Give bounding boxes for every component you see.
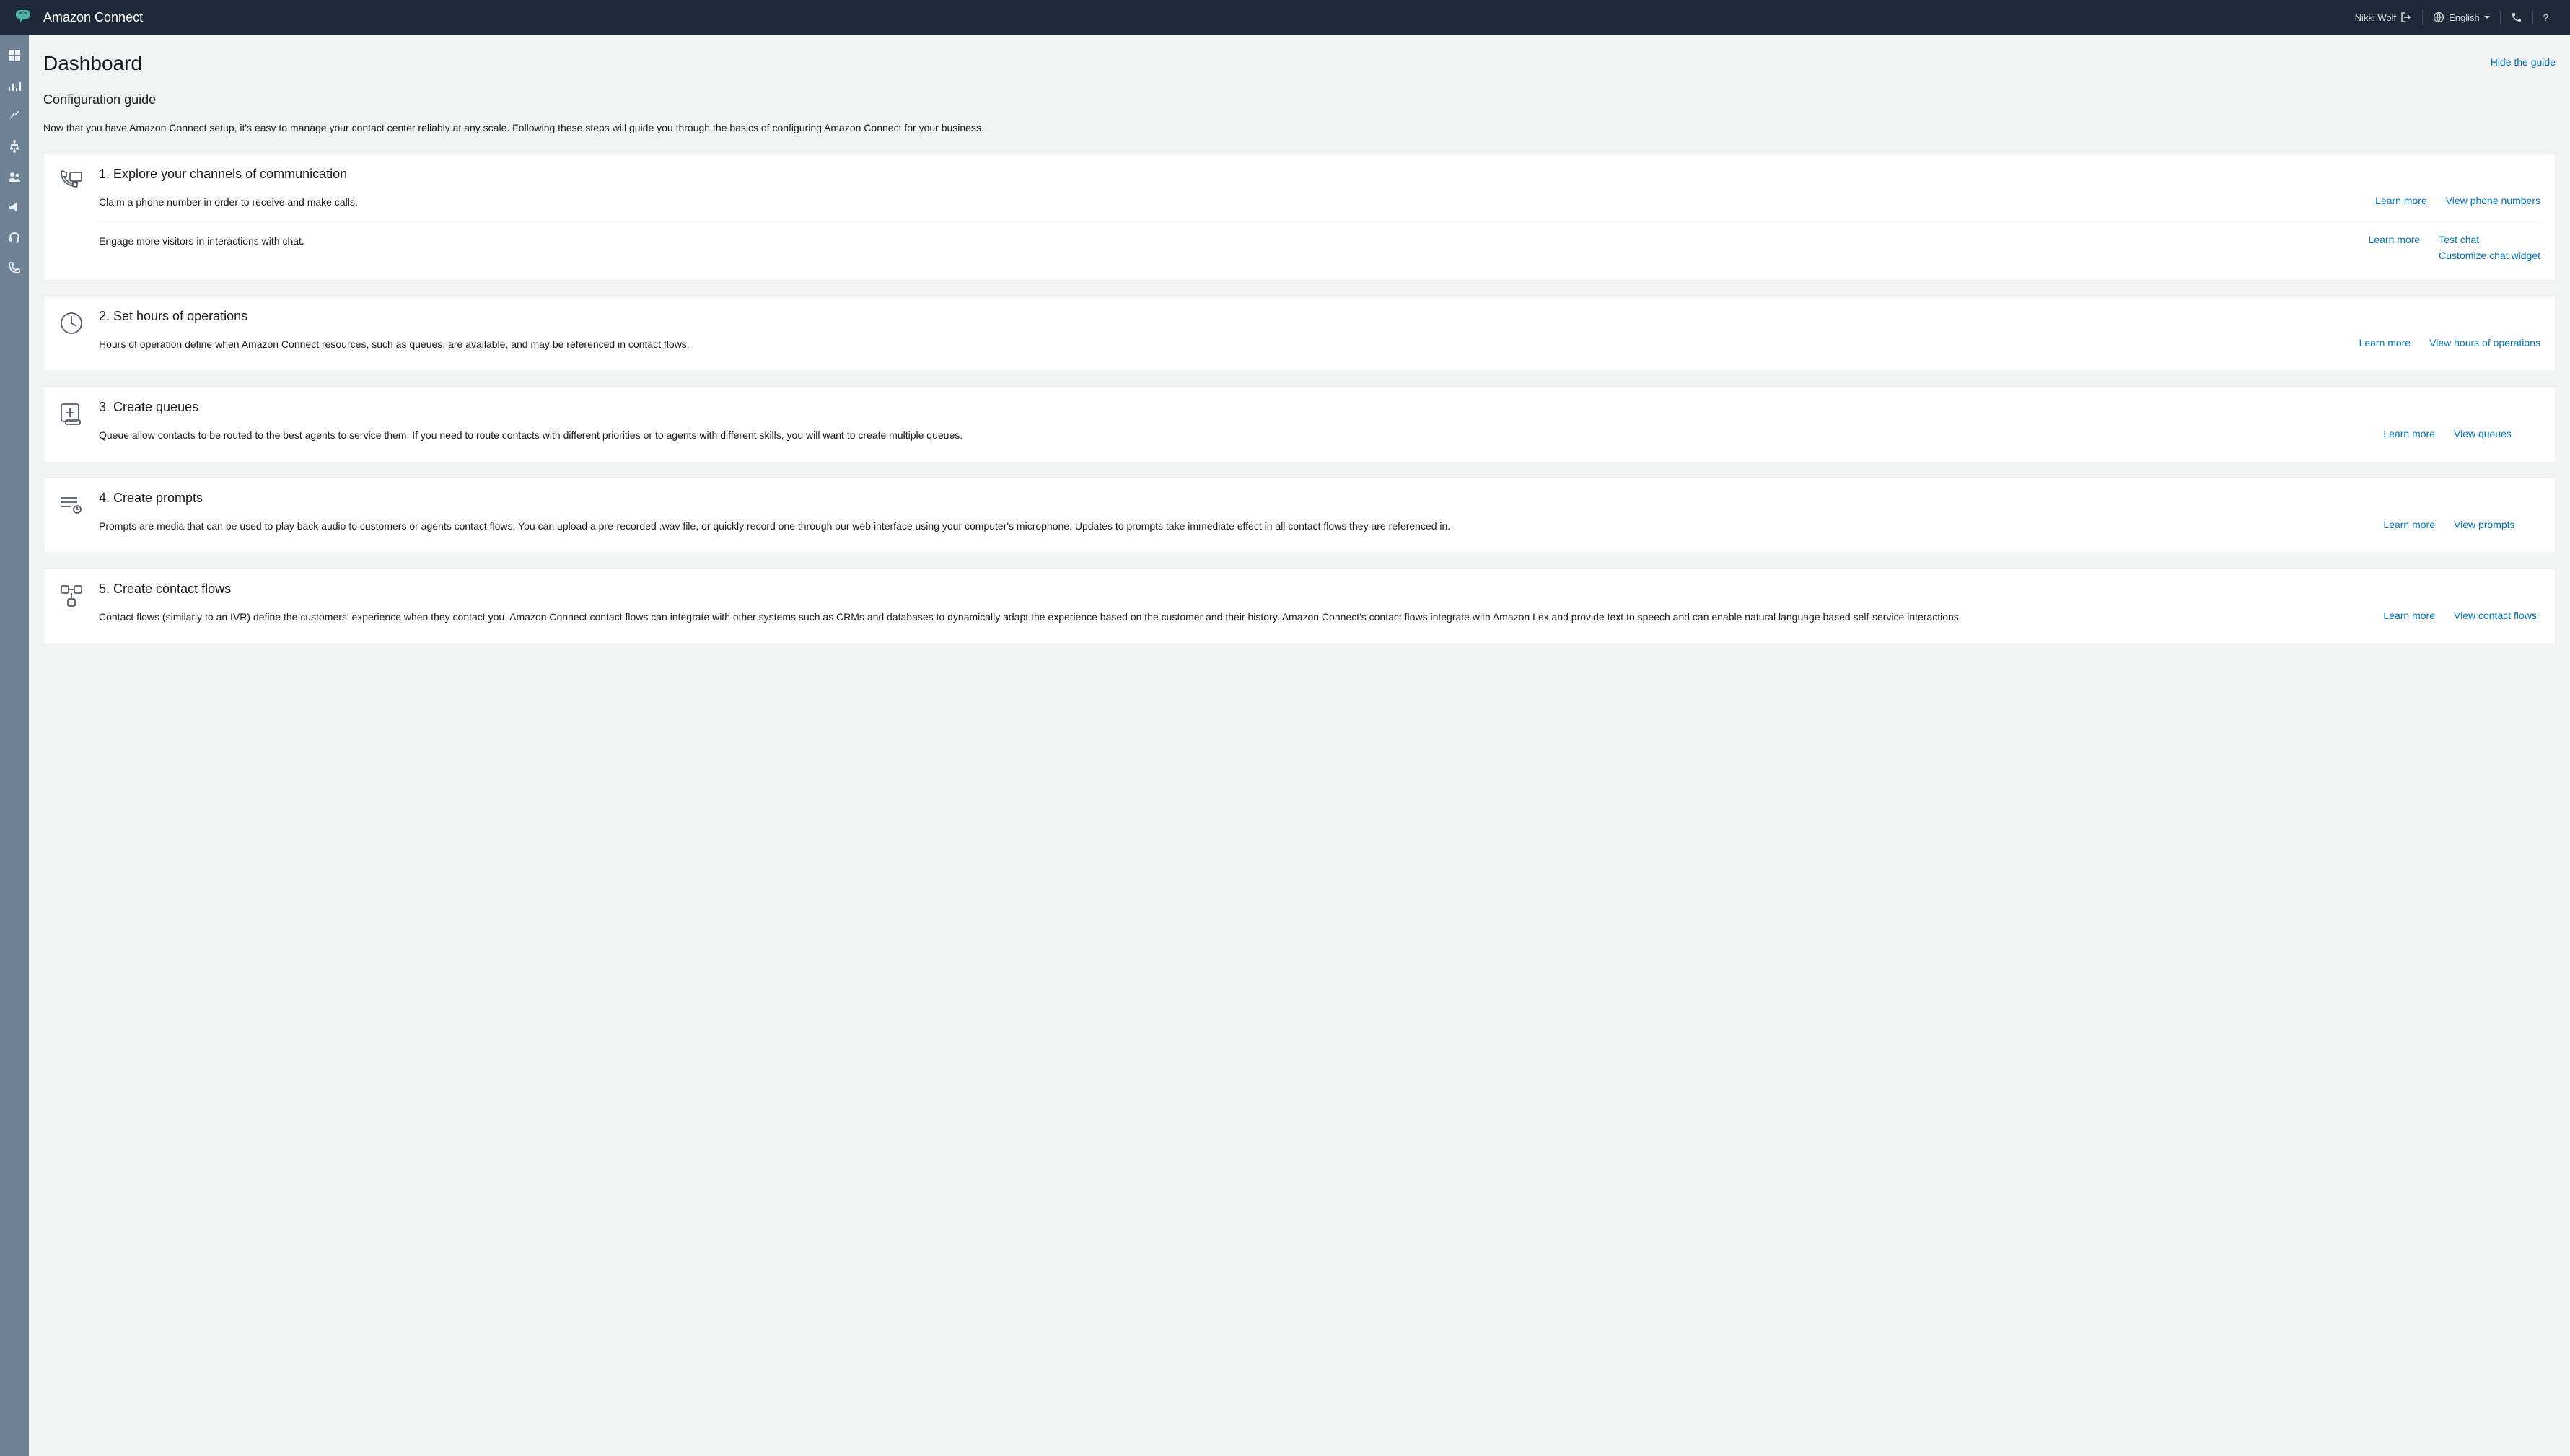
card-description: Prompts are media that can be used to pl… [99, 519, 2366, 534]
card-icon [58, 401, 84, 427]
section-title: Configuration guide [43, 92, 2556, 108]
announce-icon[interactable] [8, 201, 21, 214]
user-name: Nikki Wolf [2355, 12, 2397, 23]
action-link[interactable]: View phone numbers [2446, 195, 2540, 206]
intro-text: Now that you have Amazon Connect setup, … [43, 120, 2556, 136]
chevron-down-icon [2484, 14, 2490, 20]
learn-more-link[interactable]: Learn more [2359, 337, 2411, 348]
action-links: View hours of operations [2429, 337, 2540, 348]
card-links: Learn more View prompts [2383, 519, 2540, 530]
hide-guide-link[interactable]: Hide the guide [2491, 56, 2556, 68]
topbar-left: Amazon Connect [12, 6, 143, 29]
card-description: Hours of operation define when Amazon Co… [99, 337, 2342, 352]
card-title: 5. Create contact flows [99, 582, 2540, 597]
guide-card: 4. Create prompts Prompts are media that … [43, 477, 2556, 553]
metrics-icon[interactable] [8, 79, 21, 92]
help-label: ? [2543, 12, 2548, 23]
sidebar [0, 35, 29, 1456]
help-button[interactable]: ? [2533, 0, 2558, 35]
users-icon[interactable] [8, 170, 21, 183]
guide-card: 3. Create queues Queue allow contacts to … [43, 386, 2556, 462]
page-title: Dashboard [43, 52, 142, 75]
action-links: View contact flows [2454, 610, 2540, 621]
guide-card: 2. Set hours of operations Hours of opera… [43, 295, 2556, 372]
card-title: 3. Create queues [99, 400, 2540, 415]
card-description: Engage more visitors in interactions wit… [99, 234, 2351, 249]
connect-logo-icon [12, 6, 35, 29]
phone-icon [2511, 12, 2522, 23]
main-content: Dashboard Hide the guide Configuration g… [29, 35, 2570, 1456]
routing-icon[interactable] [8, 110, 21, 123]
flows-icon[interactable] [8, 140, 21, 153]
action-links: View queues [2454, 428, 2540, 439]
user-menu[interactable]: Nikki Wolf [2345, 0, 2423, 35]
action-link[interactable]: View queues [2454, 428, 2540, 439]
card-links: Learn more View contact flows [2383, 610, 2540, 621]
card-row: Hours of operation define when Amazon Co… [99, 331, 2540, 358]
card-row: Contact flows (similarly to an IVR) defi… [99, 604, 2540, 631]
headset-icon[interactable] [8, 231, 21, 244]
card-body: 1. Explore your channels of communicatio… [99, 167, 2540, 267]
card-row: Queue allow contacts to be routed to the… [99, 422, 2540, 449]
card-description: Claim a phone number in order to receive… [99, 195, 2358, 210]
action-link[interactable]: View contact flows [2454, 610, 2540, 621]
action-link[interactable]: Customize chat widget [2439, 250, 2540, 261]
learn-more-link[interactable]: Learn more [2375, 195, 2427, 206]
card-icon [58, 583, 84, 609]
card-description: Queue allow contacts to be routed to the… [99, 428, 2366, 443]
card-row: Prompts are media that can be used to pl… [99, 513, 2540, 540]
logout-icon [2400, 12, 2412, 23]
card-links: Learn more View hours of operations [2359, 337, 2540, 348]
card-row: Engage more visitors in interactions wit… [99, 222, 2540, 267]
action-link[interactable]: Test chat [2439, 234, 2540, 245]
language-menu[interactable]: English [2423, 0, 2500, 35]
action-links: View prompts [2454, 519, 2540, 530]
action-link[interactable]: View prompts [2454, 519, 2540, 530]
card-description: Contact flows (similarly to an IVR) defi… [99, 610, 2366, 625]
globe-icon [2433, 12, 2444, 23]
phone-button[interactable] [2501, 0, 2532, 35]
guide-card: 1. Explore your channels of communicatio… [43, 153, 2556, 281]
card-body: 4. Create prompts Prompts are media that … [99, 491, 2540, 540]
card-title: 2. Set hours of operations [99, 309, 2540, 324]
action-link[interactable]: View hours of operations [2429, 337, 2540, 348]
card-links: Learn more View queues [2383, 428, 2540, 439]
card-icon [58, 492, 84, 518]
learn-more-link[interactable]: Learn more [2383, 519, 2435, 530]
learn-more-link[interactable]: Learn more [2369, 234, 2421, 245]
card-links: Learn more Test chat Customize chat widget [2369, 234, 2540, 261]
card-row: Claim a phone number in order to receive… [99, 189, 2540, 216]
card-icon [58, 168, 84, 194]
action-links: Test chat Customize chat widget [2439, 234, 2540, 261]
phone-nav-icon[interactable] [8, 261, 21, 274]
language-label: English [2449, 12, 2480, 23]
card-title: 4. Create prompts [99, 491, 2540, 506]
card-body: 5. Create contact flows Contact flows (si… [99, 582, 2540, 631]
dashboard-icon[interactable] [8, 49, 21, 62]
product-name: Amazon Connect [43, 10, 143, 25]
card-icon [58, 310, 84, 336]
card-links: Learn more View phone numbers [2375, 195, 2540, 206]
card-body: 2. Set hours of operations Hours of opera… [99, 309, 2540, 358]
learn-more-link[interactable]: Learn more [2383, 610, 2435, 621]
top-bar: Amazon Connect Nikki Wolf English ? [0, 0, 2570, 35]
guide-card: 5. Create contact flows Contact flows (si… [43, 568, 2556, 644]
card-title: 1. Explore your channels of communicatio… [99, 167, 2540, 182]
topbar-right: Nikki Wolf English ? [2345, 0, 2558, 35]
action-links: View phone numbers [2446, 195, 2540, 206]
learn-more-link[interactable]: Learn more [2383, 428, 2435, 439]
card-body: 3. Create queues Queue allow contacts to … [99, 400, 2540, 449]
